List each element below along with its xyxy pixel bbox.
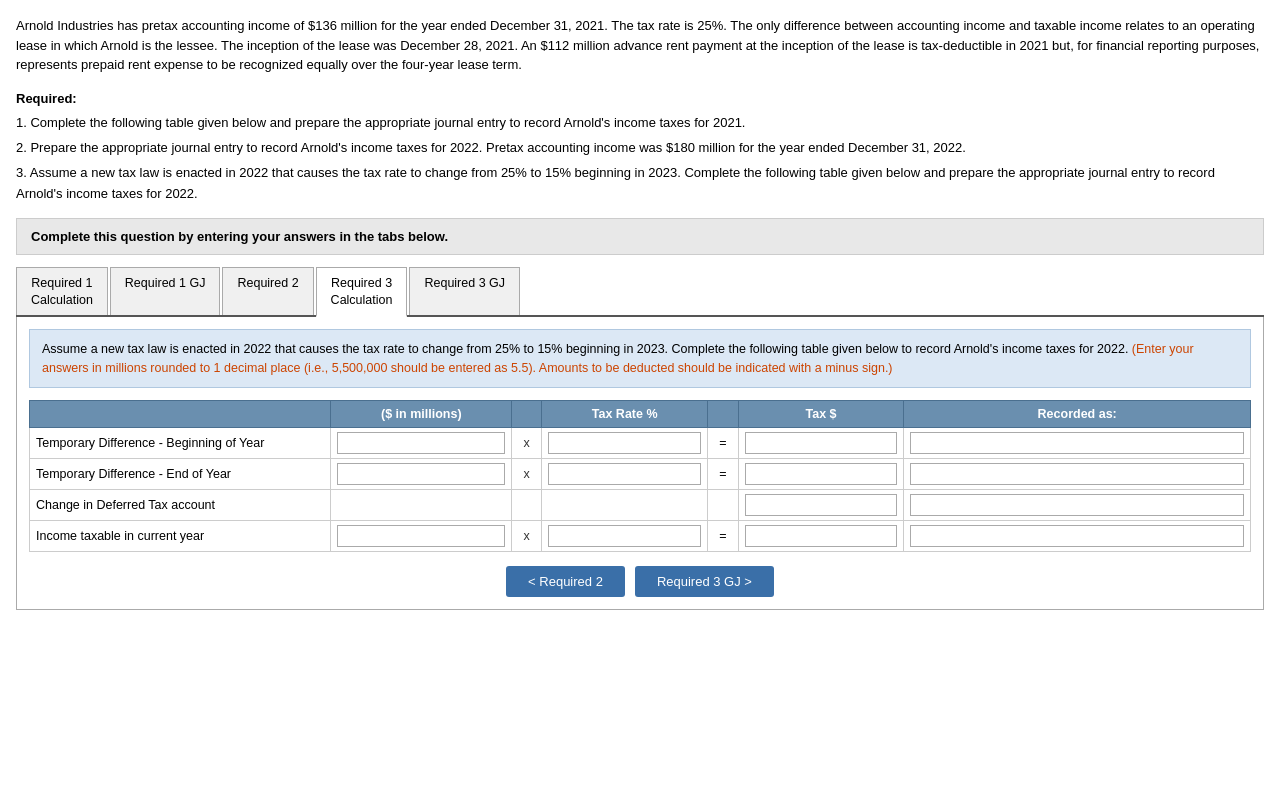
- row-label: Temporary Difference - Beginning of Year: [30, 428, 331, 459]
- amount-input-2[interactable]: [337, 463, 505, 485]
- tab-req3calc[interactable]: Required 3Calculation: [316, 267, 408, 317]
- tax-input-3[interactable]: [745, 494, 898, 516]
- col-header-amount: ($ in millions): [331, 401, 512, 428]
- operator-eq-1: =: [708, 428, 739, 459]
- row-label: Temporary Difference - End of Year: [30, 459, 331, 490]
- amount-input-4[interactable]: [337, 525, 505, 547]
- amount-cell-1: [331, 428, 512, 459]
- amount-cell-4: [331, 521, 512, 552]
- required-item1: 1. Complete the following table given be…: [16, 113, 1264, 134]
- col-header-tax: Tax $: [738, 401, 904, 428]
- row-label: Change in Deferred Tax account: [30, 490, 331, 521]
- row-label: Income taxable in current year: [30, 521, 331, 552]
- operator-x-3: [512, 490, 542, 521]
- col-header-eq-op: [708, 401, 739, 428]
- required-section: Required: 1. Complete the following tabl…: [16, 89, 1264, 205]
- col-header-recorded: Recorded as:: [904, 401, 1251, 428]
- tax-input-2[interactable]: [745, 463, 898, 485]
- recorded-input-1[interactable]: [910, 432, 1244, 454]
- taxrate-input-1[interactable]: [548, 432, 701, 454]
- taxrate-cell-4: [542, 521, 708, 552]
- recorded-cell-1: [904, 428, 1251, 459]
- table-row: Change in Deferred Tax account: [30, 490, 1251, 521]
- operator-eq-3: [708, 490, 739, 521]
- intro-paragraph: Arnold Industries has pretax accounting …: [16, 16, 1264, 75]
- amount-input-1[interactable]: [337, 432, 505, 454]
- content-area: Assume a new tax law is enacted in 2022 …: [16, 317, 1264, 611]
- amount-cell-2: [331, 459, 512, 490]
- tax-input-1[interactable]: [745, 432, 898, 454]
- tab-req2[interactable]: Required 2: [222, 267, 313, 315]
- taxrate-cell-2: [542, 459, 708, 490]
- table-row: Temporary Difference - End of Year x =: [30, 459, 1251, 490]
- recorded-cell-3: [904, 490, 1251, 521]
- tax-cell-3: [738, 490, 904, 521]
- recorded-cell-2: [904, 459, 1251, 490]
- operator-x-1: x: [512, 428, 542, 459]
- required-header: Required:: [16, 91, 77, 106]
- recorded-input-4[interactable]: [910, 525, 1244, 547]
- required-item2: 2. Prepare the appropriate journal entry…: [16, 138, 1264, 159]
- tax-cell-4: [738, 521, 904, 552]
- instruction-box: Complete this question by entering your …: [16, 218, 1264, 255]
- amount-cell-3: [331, 490, 512, 521]
- prev-button[interactable]: < Required 2: [506, 566, 625, 597]
- blue-instruction: Assume a new tax law is enacted in 2022 …: [29, 329, 1251, 389]
- recorded-cell-4: [904, 521, 1251, 552]
- operator-x-2: x: [512, 459, 542, 490]
- recorded-input-3[interactable]: [910, 494, 1244, 516]
- operator-eq-2: =: [708, 459, 739, 490]
- table-row: Temporary Difference - Beginning of Year…: [30, 428, 1251, 459]
- taxrate-input-4[interactable]: [548, 525, 701, 547]
- taxrate-cell-3: [542, 490, 708, 521]
- operator-eq-4: =: [708, 521, 739, 552]
- nav-buttons: < Required 2 Required 3 GJ >: [29, 566, 1251, 597]
- required-item3: 3. Assume a new tax law is enacted in 20…: [16, 163, 1264, 205]
- tax-cell-1: [738, 428, 904, 459]
- table-row: Income taxable in current year x =: [30, 521, 1251, 552]
- next-button[interactable]: Required 3 GJ >: [635, 566, 774, 597]
- taxrate-cell-1: [542, 428, 708, 459]
- tabs-container: Required 1Calculation Required 1 GJ Requ…: [16, 267, 1264, 317]
- col-header-label: [30, 401, 331, 428]
- operator-x-4: x: [512, 521, 542, 552]
- tax-cell-2: [738, 459, 904, 490]
- col-header-x-op: [512, 401, 542, 428]
- col-header-taxrate: Tax Rate %: [542, 401, 708, 428]
- tax-input-4[interactable]: [745, 525, 898, 547]
- recorded-input-2[interactable]: [910, 463, 1244, 485]
- tab-req1gj[interactable]: Required 1 GJ: [110, 267, 221, 315]
- tab-req3gj[interactable]: Required 3 GJ: [409, 267, 520, 315]
- tab-req1calc[interactable]: Required 1Calculation: [16, 267, 108, 315]
- data-table: ($ in millions) Tax Rate % Tax $ Recorde…: [29, 400, 1251, 552]
- taxrate-input-2[interactable]: [548, 463, 701, 485]
